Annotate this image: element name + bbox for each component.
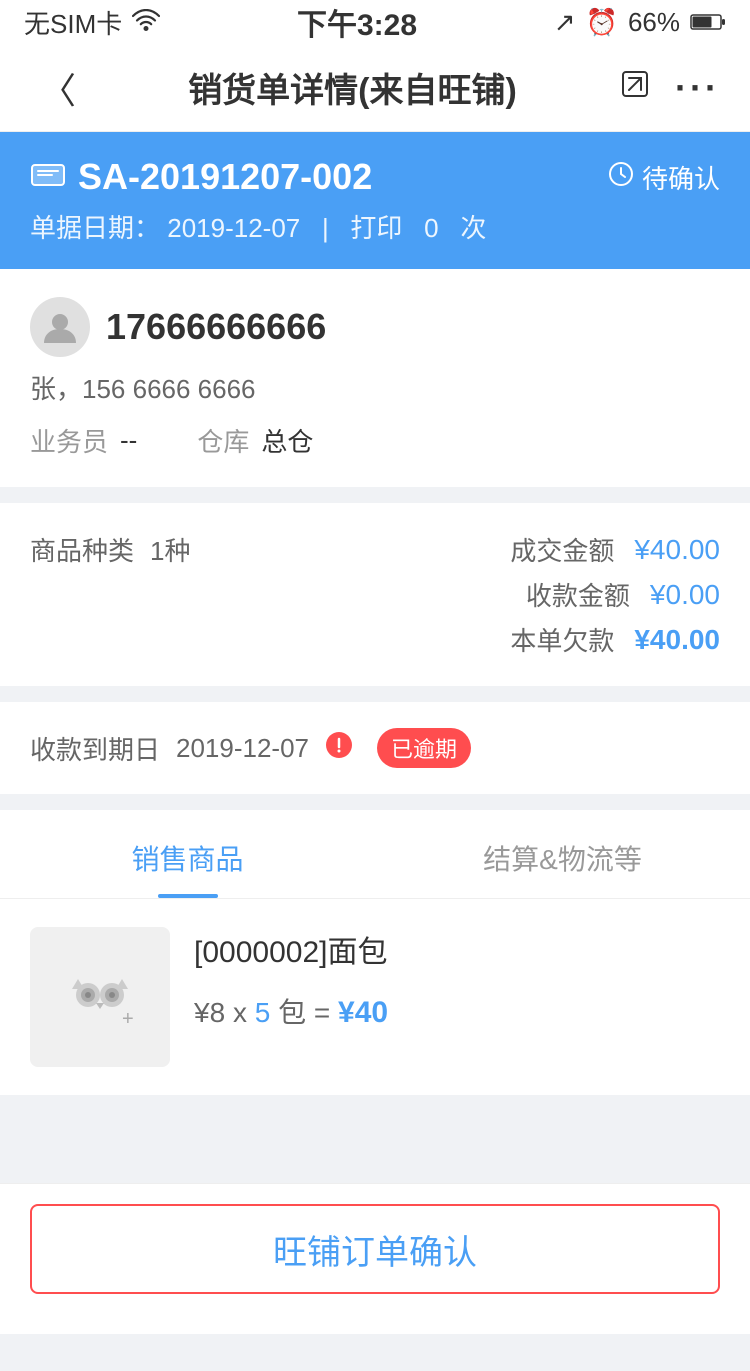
order-id: SA-20191207-002: [30, 156, 372, 198]
order-icon: [30, 156, 66, 198]
payment-value: ¥0.00: [650, 579, 720, 611]
tabs-header: 销售商品 结算&物流等: [0, 810, 750, 899]
transaction-label: 成交金额: [510, 531, 614, 568]
product-name: [0000002]面包: [194, 927, 720, 971]
due-date-value: 2019-12-07: [176, 733, 309, 764]
payment-label: 收款金额: [526, 576, 630, 613]
sales-label: 业务员: [30, 422, 108, 459]
owed-value: ¥40.00: [634, 624, 720, 656]
due-date-label: 收款到期日: [30, 730, 160, 767]
overdue-warning-icon: [325, 731, 353, 766]
tabs-section: 销售商品 结算&物流等: [0, 810, 750, 1095]
product-item: + [0000002]面包 ¥8 x 5 包 = ¥40: [30, 927, 720, 1067]
confirm-button[interactable]: 旺铺订单确认: [30, 1204, 720, 1294]
alarm-icon: ⏰: [586, 7, 618, 38]
location-icon: ↗: [554, 7, 576, 38]
wifi-icon: [132, 7, 160, 38]
status-left: 无SIM卡: [24, 4, 160, 41]
clock-icon: [608, 161, 634, 194]
multiply-sign: x: [233, 997, 255, 1028]
battery-label: 66%: [628, 7, 680, 38]
customer-name: 张，156 6666 6666: [30, 369, 720, 406]
product-type-value: 1种: [150, 531, 190, 568]
product-type-label: 商品种类: [30, 531, 134, 568]
owed-label: 本单欠款: [510, 621, 614, 658]
amount-summary: 成交金额 ¥40.00 收款金额 ¥0.00 本单欠款 ¥40.00: [510, 531, 720, 658]
product-total: ¥40: [338, 996, 388, 1029]
status-bar: 无SIM卡 下午3:28 ↗ ⏰ 66%: [0, 0, 750, 44]
share-icon[interactable]: [619, 68, 651, 108]
svg-text:+: +: [122, 1008, 134, 1030]
tab-sales-products[interactable]: 销售商品: [0, 810, 375, 898]
header-card: SA-20191207-002 待确认 单据日期： 2019-12-07 | 打…: [0, 132, 750, 269]
customer-section: 17666666666 张，156 6666 6666 业务员 -- 仓库 总仓: [0, 269, 750, 487]
product-thumbnail: +: [30, 927, 170, 1067]
warehouse-label: 仓库: [197, 422, 249, 459]
time-display: 下午3:28: [297, 0, 417, 44]
tab-settlement[interactable]: 结算&物流等: [375, 810, 750, 898]
customer-phone: 17666666666: [106, 306, 326, 348]
due-section: 收款到期日 2019-12-07 已逾期: [0, 702, 750, 794]
back-button[interactable]: 〈: [30, 52, 86, 124]
more-icon[interactable]: ···: [675, 67, 720, 109]
page-title: 销货单详情(来自旺铺): [86, 63, 619, 112]
order-meta: 单据日期： 2019-12-07 | 打印 0 次: [30, 208, 720, 245]
customer-details: 业务员 -- 仓库 总仓: [30, 422, 720, 459]
product-qty: 5: [255, 997, 271, 1028]
sales-value: --: [120, 425, 137, 456]
nav-bar: 〈 销货单详情(来自旺铺) ···: [0, 44, 750, 132]
warehouse-value: 总仓: [261, 422, 313, 459]
bottom-bar: 旺铺订单确认: [0, 1183, 750, 1334]
summary-section: 商品种类 1种 成交金额 ¥40.00 收款金额 ¥0.00 本单欠款 ¥40.…: [0, 503, 750, 686]
status-text: 待确认: [642, 159, 720, 196]
transaction-value: ¥40.00: [634, 534, 720, 566]
product-info: [0000002]面包 ¥8 x 5 包 = ¥40: [194, 927, 720, 1031]
carrier-label: 无SIM卡: [24, 4, 122, 41]
avatar: [30, 297, 90, 357]
order-status: 待确认: [608, 159, 720, 196]
equals-sign: =: [314, 997, 338, 1028]
battery-icon: [690, 7, 726, 38]
overdue-badge: 已逾期: [377, 728, 471, 768]
product-price: ¥8: [194, 997, 225, 1028]
status-right: ↗ ⏰ 66%: [554, 7, 726, 38]
product-unit: 包: [278, 997, 306, 1028]
product-price-line: ¥8 x 5 包 = ¥40: [194, 991, 720, 1031]
product-section: + [0000002]面包 ¥8 x 5 包 = ¥40: [0, 899, 750, 1095]
nav-actions: ···: [619, 67, 720, 109]
